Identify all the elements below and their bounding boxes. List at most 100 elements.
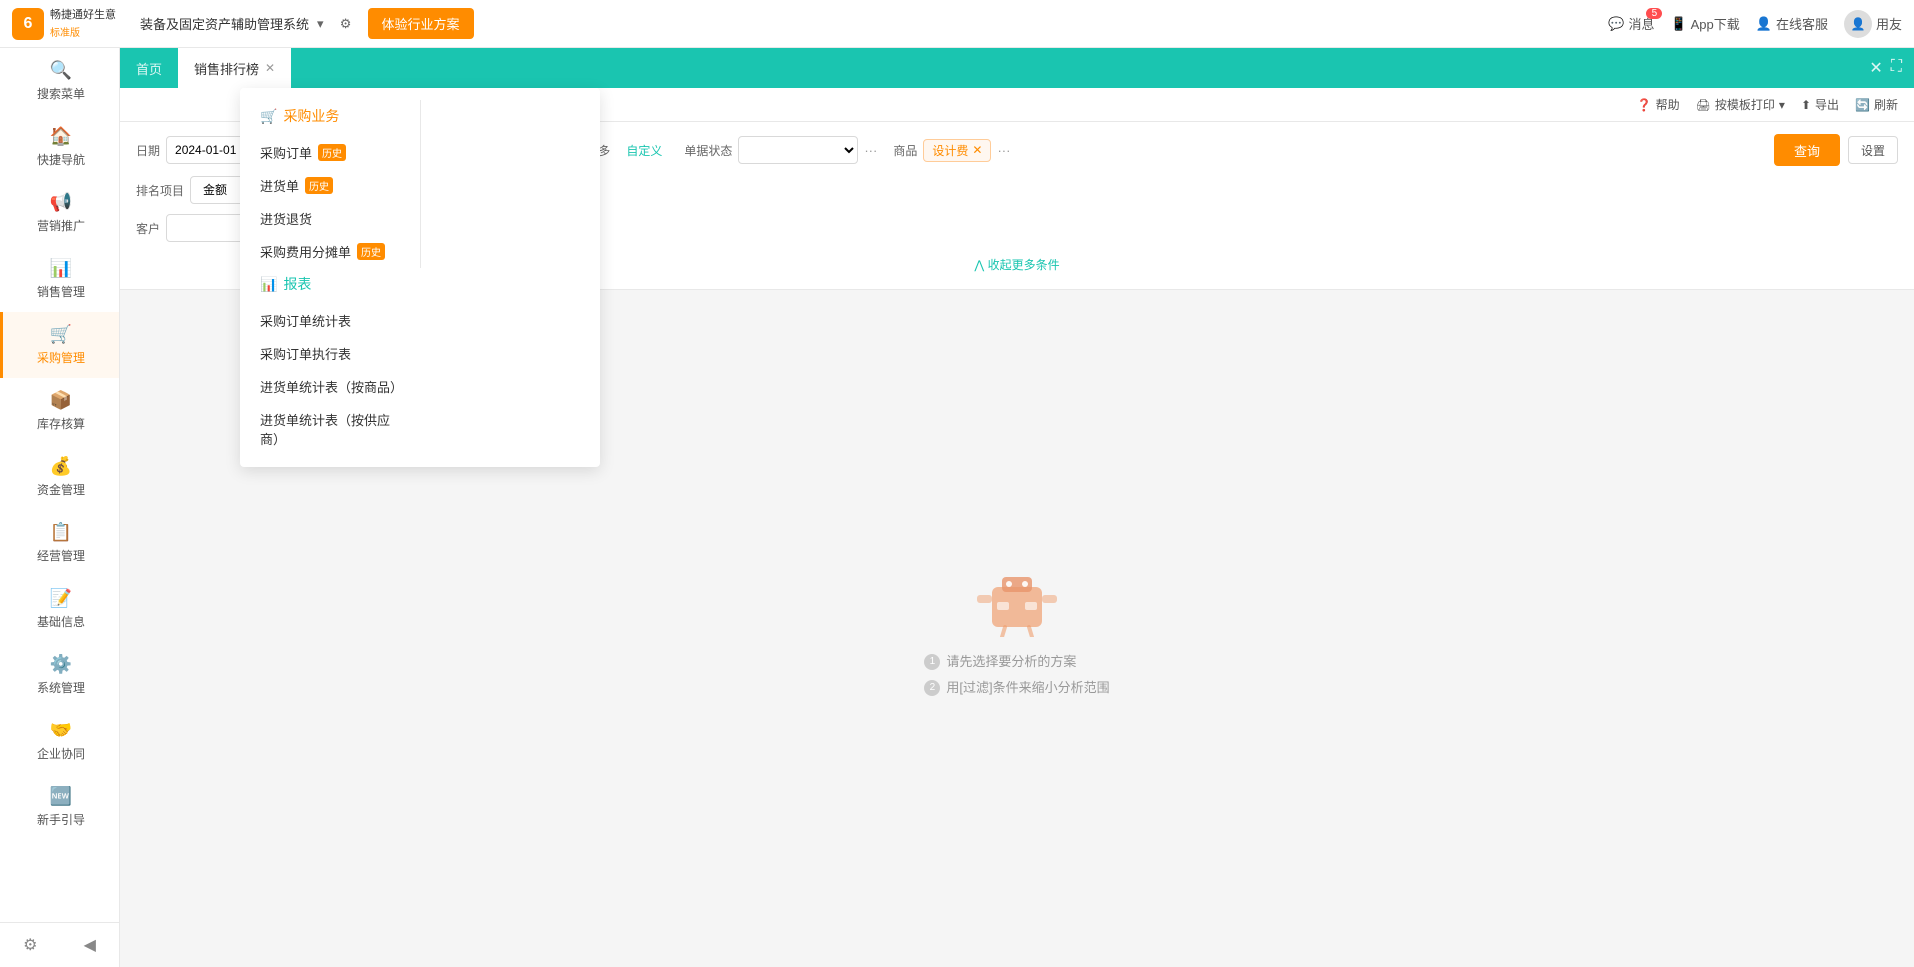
print-label: 按模板打印 — [1715, 96, 1775, 113]
refresh-button[interactable]: 🔄 刷新 — [1855, 96, 1898, 113]
tab-sales-ranking[interactable]: 销售排行榜 ✕ — [178, 48, 291, 88]
content-area: 首页 销售排行榜 ✕ ✕ ⛶ ❓ 帮助 🖨 按模板打印 ▾ — [120, 48, 1914, 967]
query-button[interactable]: 查询 — [1774, 134, 1840, 166]
report-col-icon: 📊 — [260, 276, 277, 293]
logo-area: 6 畅捷通好生意 标准版 — [12, 8, 132, 40]
tip-text-2: 用[过滤]条件来缩小分析范围 — [946, 675, 1109, 701]
system-dropdown-arrow[interactable]: ▾ — [317, 16, 324, 32]
sidebar-item-marketing-label: 营销推广 — [37, 217, 85, 234]
sidebar-collapse-button[interactable]: ◀ — [84, 935, 96, 955]
purchase-col-title: 采购业务 — [283, 106, 339, 126]
logo-text-main: 畅捷通好生意 — [50, 8, 116, 23]
goods-label: 商品 — [893, 142, 917, 159]
menu-item-receipt-stats-supplier[interactable]: 进货单统计表（按供应商） — [252, 403, 408, 455]
app-download-button[interactable]: 📱 App下载 — [1670, 14, 1739, 33]
sidebar-settings-button[interactable]: ⚙ — [23, 935, 37, 955]
online-service-label: 在线客服 — [1776, 14, 1828, 33]
help-icon: ❓ — [1637, 98, 1652, 112]
industry-button[interactable]: 体验行业方案 — [368, 8, 474, 39]
menu-item-receipt-stats-goods[interactable]: 进货单统计表（按商品） — [252, 370, 408, 403]
sidebar-item-inventory[interactable]: 📦 库存核算 — [0, 378, 119, 444]
sidebar-item-sales-label: 销售管理 — [37, 283, 85, 300]
print-icon: 🖨 — [1696, 98, 1711, 112]
purchase-col-header: 🛒 采购业务 — [252, 100, 408, 132]
sidebar-item-sales[interactable]: 📊 销售管理 — [0, 246, 119, 312]
sidebar-item-operations-label: 经营管理 — [37, 547, 85, 564]
purchase-dropdown-menu: 🛒 采购业务 采购订单 历史 进货单 历史 进货退货 — [240, 88, 600, 467]
goods-tag-value: 设计费 — [932, 142, 968, 159]
empty-tips: 1 请先选择要分析的方案 2 用[过滤]条件来缩小分析范围 — [924, 649, 1109, 701]
menu-item-purchase-order[interactable]: 采购订单 历史 — [252, 136, 408, 169]
sidebar-bottom: ⚙ ◀ — [0, 922, 119, 967]
rank-label: 排名项目 — [136, 182, 184, 199]
receipt-stats-supplier-label: 进货单统计表（按供应商） — [260, 410, 400, 448]
print-button[interactable]: 🖨 按模板打印 ▾ — [1696, 96, 1785, 113]
online-service-button[interactable]: 👤 在线客服 — [1756, 14, 1828, 33]
topbar: 6 畅捷通好生意 标准版 装备及固定资产辅助管理系统 ▾ ⚙ 体验行业方案 💬 … — [0, 0, 1914, 48]
refresh-label: 刷新 — [1874, 96, 1898, 113]
settings-button[interactable]: 设置 — [1848, 136, 1898, 164]
doc-status-label: 单据状态 — [684, 142, 732, 159]
service-icon: 👤 — [1756, 16, 1772, 32]
menu-item-purchase-return[interactable]: 进货退货 — [252, 202, 408, 235]
receipt-stats-goods-label: 进货单统计表（按商品） — [260, 377, 400, 396]
goods-dots[interactable]: ··· — [997, 143, 1010, 158]
order-exec-label: 采购订单执行表 — [260, 344, 351, 363]
user-area[interactable]: 👤 用友 — [1844, 10, 1902, 38]
sidebar-item-finance-label: 资金管理 — [37, 481, 85, 498]
doc-status-select[interactable] — [738, 136, 858, 164]
purchase-expense-history: 历史 — [357, 243, 385, 260]
menu-item-purchase-expense[interactable]: 采购费用分摊单 历史 — [252, 235, 408, 268]
dropdown-col-report: 📊 报表 采购订单统计表 采购订单执行表 进货单统计表（按商品） 进货单统计表（… — [240, 268, 420, 455]
marketing-icon: 📢 — [50, 192, 72, 213]
sidebar-item-quick-nav[interactable]: 🏠 快捷导航 — [0, 114, 119, 180]
operations-icon: 📋 — [50, 522, 72, 543]
collapse-label: 收起更多条件 — [988, 258, 1060, 272]
tab-sales-ranking-label: 销售排行榜 — [194, 59, 259, 78]
gear-button[interactable]: ⚙ — [332, 10, 360, 38]
close-window-icon[interactable]: ✕ — [1869, 58, 1882, 78]
sidebar-item-system[interactable]: ⚙️ 系统管理 — [0, 642, 119, 708]
sidebar-item-inventory-label: 库存核算 — [37, 415, 85, 432]
export-label: 导出 — [1815, 96, 1839, 113]
doc-status-dots[interactable]: ··· — [864, 143, 877, 158]
shortcut-custom[interactable]: 自定义 — [620, 140, 668, 161]
sidebar-item-purchase[interactable]: 🛒 采购管理 — [0, 312, 119, 378]
search-icon: 🔍 — [50, 60, 72, 81]
sidebar-item-operations[interactable]: 📋 经营管理 — [0, 510, 119, 576]
sidebar-item-basic-info[interactable]: 📝 基础信息 — [0, 576, 119, 642]
logo-badge: 标准版 — [50, 24, 116, 39]
purchase-return-label: 进货退货 — [260, 209, 312, 228]
print-dropdown-arrow[interactable]: ▾ — [1779, 98, 1785, 112]
tab-home[interactable]: 首页 — [120, 48, 178, 88]
basic-info-icon: 📝 — [50, 588, 72, 609]
message-icon: 💬 — [1608, 16, 1624, 32]
help-button[interactable]: ❓ 帮助 — [1637, 96, 1680, 113]
empty-illustration — [967, 557, 1067, 637]
help-label: 帮助 — [1656, 96, 1680, 113]
avatar: 👤 — [1844, 10, 1872, 38]
sidebar-item-enterprise[interactable]: 🤝 企业协同 — [0, 708, 119, 774]
tip-num-1: 1 — [924, 654, 940, 670]
sidebar-item-guide[interactable]: 🆕 新手引导 — [0, 774, 119, 840]
goods-tag-close[interactable]: ✕ — [972, 143, 982, 157]
purchase-receipt-history: 历史 — [305, 177, 333, 194]
main-layout: 🔍 搜索菜单 🏠 快捷导航 📢 营销推广 📊 销售管理 🛒 采购管理 📦 库存核… — [0, 48, 1914, 967]
refresh-icon: 🔄 — [1855, 98, 1870, 112]
menu-item-order-stats[interactable]: 采购订单统计表 — [252, 304, 408, 337]
logo-icon: 6 — [12, 8, 44, 40]
maximize-window-icon[interactable]: ⛶ — [1891, 58, 1902, 78]
sidebar-item-system-label: 系统管理 — [37, 679, 85, 696]
sidebar-item-search-label: 搜索菜单 — [37, 85, 85, 102]
user-label: 用友 — [1876, 14, 1902, 33]
menu-item-order-exec[interactable]: 采购订单执行表 — [252, 337, 408, 370]
sidebar-item-search[interactable]: 🔍 搜索菜单 — [0, 48, 119, 114]
sidebar-item-finance[interactable]: 💰 资金管理 — [0, 444, 119, 510]
messages-button[interactable]: 💬 消息 5 — [1608, 14, 1654, 33]
menu-item-purchase-receipt[interactable]: 进货单 历史 — [252, 169, 408, 202]
export-button[interactable]: ⬆ 导出 — [1801, 96, 1839, 113]
tab-close-icon[interactable]: ✕ — [265, 61, 275, 75]
purchase-order-history: 历史 — [318, 144, 346, 161]
sidebar-item-marketing[interactable]: 📢 营销推广 — [0, 180, 119, 246]
purchase-receipt-label: 进货单 — [260, 176, 299, 195]
